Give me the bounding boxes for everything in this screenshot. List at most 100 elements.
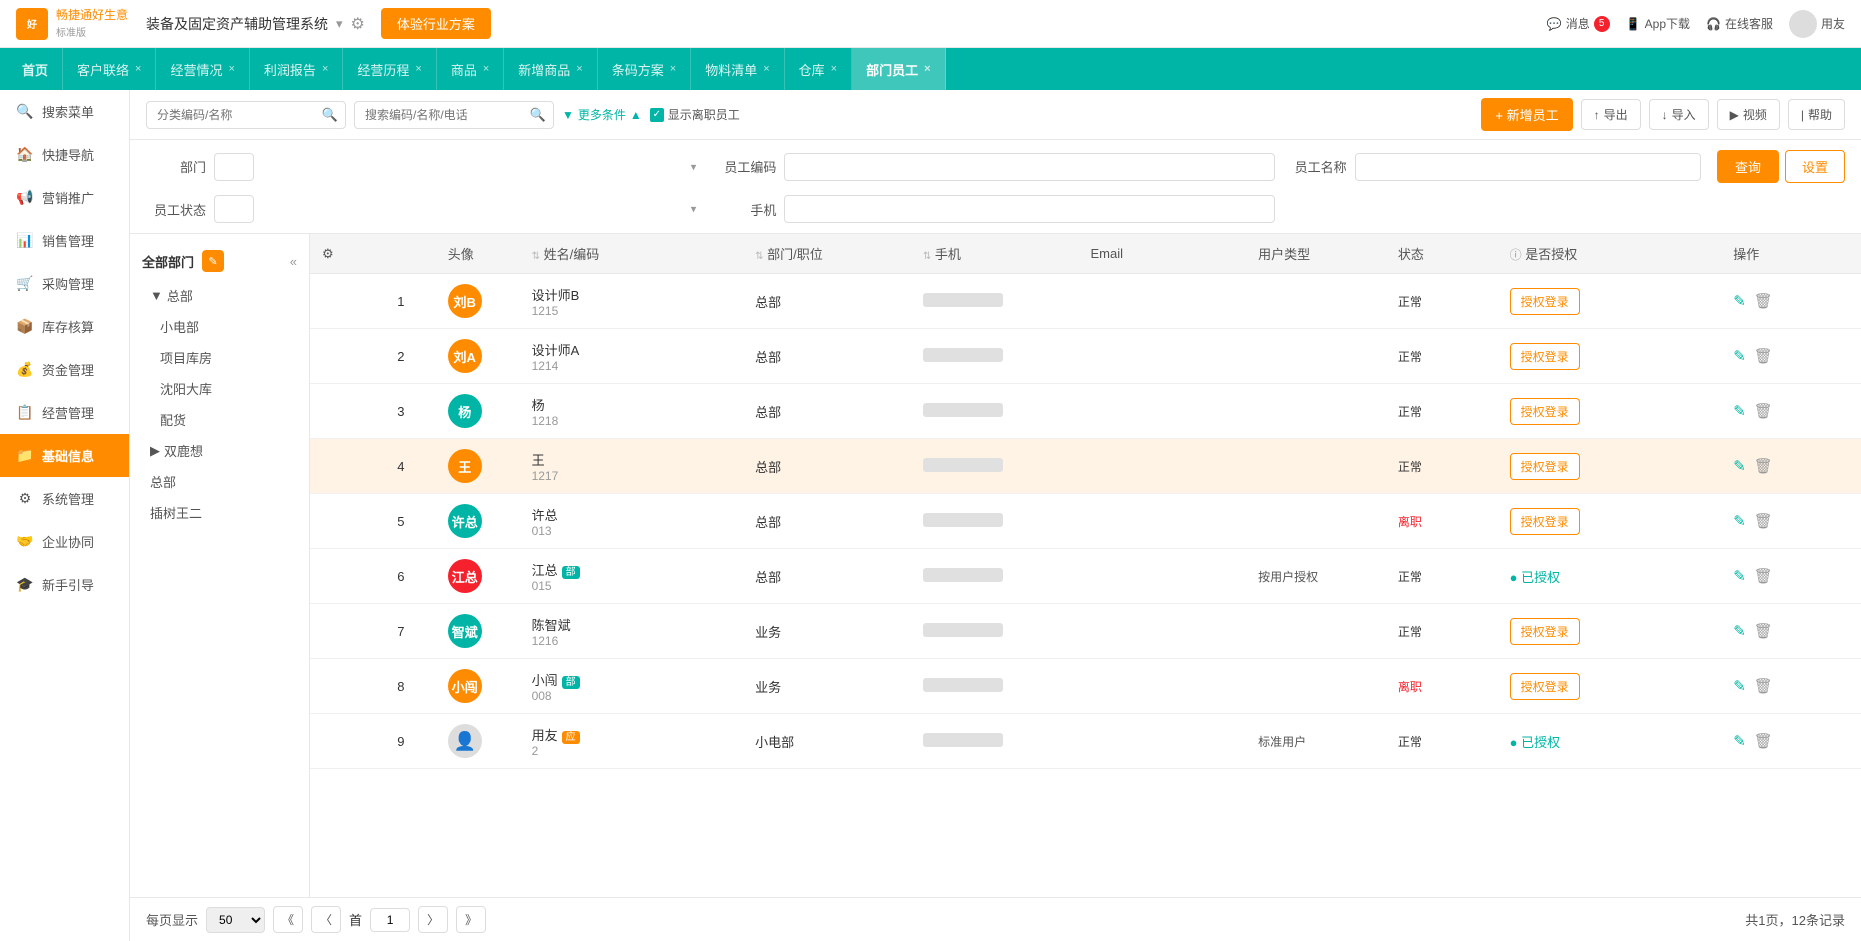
close-icon[interactable]: ×	[763, 63, 769, 75]
reset-button[interactable]: 设置	[1785, 150, 1845, 183]
dept-node-electronics[interactable]: 小电部	[130, 311, 309, 342]
close-icon[interactable]: ×	[576, 63, 582, 75]
delete-button[interactable]: 🗑	[1754, 677, 1773, 695]
sidebar-item-business[interactable]: 📋 经营管理	[0, 391, 129, 434]
delete-button[interactable]: 🗑	[1754, 347, 1773, 365]
edit-button[interactable]: ✎	[1733, 677, 1746, 695]
close-icon[interactable]: ×	[831, 63, 837, 75]
prev-page-button[interactable]: 〈	[311, 906, 341, 933]
sidebar-item-search[interactable]: 🔍 搜索菜单	[0, 90, 129, 133]
tab-profit[interactable]: 利润报告 ×	[250, 48, 343, 90]
dept-node-distribution[interactable]: 配货	[130, 404, 309, 435]
main-search-icon[interactable]: 🔍	[530, 107, 546, 123]
close-icon[interactable]: ×	[228, 63, 234, 75]
close-icon[interactable]: ×	[322, 63, 328, 75]
dept-node-project[interactable]: 项目库房	[130, 342, 309, 373]
tab-customer[interactable]: 客户联络 ×	[63, 48, 156, 90]
edit-button[interactable]: ✎	[1733, 457, 1746, 475]
tab-home[interactable]: 首页	[8, 48, 63, 90]
trial-button[interactable]: 体验行业方案	[381, 8, 491, 39]
auth-login-button[interactable]: 授权登录	[1510, 618, 1580, 645]
status-select[interactable]	[214, 195, 254, 223]
dept-node-shuanglu[interactable]: ▶ 双鹿想	[130, 435, 309, 466]
tab-department[interactable]: 部门员工 ×	[852, 48, 945, 90]
edit-button[interactable]: ✎	[1733, 402, 1746, 420]
sidebar-item-marketing[interactable]: 📢 营销推广	[0, 176, 129, 219]
sidebar-item-system[interactable]: ⚙ 系统管理	[0, 477, 129, 520]
empcode-input[interactable]	[784, 153, 1274, 181]
tab-barcode[interactable]: 条码方案 ×	[598, 48, 691, 90]
delete-button[interactable]: 🗑	[1754, 457, 1773, 475]
edit-button[interactable]: ✎	[1733, 512, 1746, 530]
dept-node-chashuwang[interactable]: 插树王二	[130, 497, 309, 528]
th-phone[interactable]: ⇅ 手机	[911, 234, 1079, 274]
sidebar-item-sales[interactable]: 📊 销售管理	[0, 219, 129, 262]
dept-node-shenyang[interactable]: 沈阳大库	[130, 373, 309, 404]
first-page-button[interactable]: 《	[273, 906, 303, 933]
delete-button[interactable]: 🗑	[1754, 622, 1773, 640]
close-icon[interactable]: ×	[483, 63, 489, 75]
export-button[interactable]: ↑ 导出	[1581, 99, 1641, 130]
collapse-icon[interactable]: «	[290, 254, 297, 269]
th-name[interactable]: ⇅ 姓名/编码	[520, 234, 744, 274]
app-download-item[interactable]: 📱 App下载	[1626, 15, 1690, 32]
delete-button[interactable]: 🗑	[1754, 567, 1773, 585]
delete-button[interactable]: 🗑	[1754, 732, 1773, 750]
import-button[interactable]: ↓ 导入	[1649, 99, 1709, 130]
category-search-icon[interactable]: 🔍	[322, 107, 338, 123]
online-service-item[interactable]: 🎧 在线客服	[1706, 15, 1773, 32]
sidebar-item-nav[interactable]: 🏠 快捷导航	[0, 133, 129, 176]
close-icon[interactable]: ×	[135, 63, 141, 75]
main-search-input[interactable]	[354, 101, 554, 129]
close-icon[interactable]: ×	[924, 63, 930, 75]
tab-warehouse[interactable]: 仓库 ×	[785, 48, 852, 90]
sidebar-item-purchase[interactable]: 🛒 采购管理	[0, 262, 129, 305]
tab-new-goods[interactable]: 新增商品 ×	[504, 48, 597, 90]
auth-login-button[interactable]: 授权登录	[1510, 398, 1580, 425]
edit-button[interactable]: ✎	[1733, 292, 1746, 310]
phone-input[interactable]	[784, 195, 1274, 223]
edit-button[interactable]: ✎	[1733, 567, 1746, 585]
auth-login-button[interactable]: 授权登录	[1510, 288, 1580, 315]
add-employee-button[interactable]: + 新增员工	[1481, 98, 1572, 131]
tab-goods[interactable]: 商品 ×	[437, 48, 504, 90]
dept-node-headquarters-parent[interactable]: ▼ 总部	[130, 280, 309, 311]
query-button[interactable]: 查询	[1717, 150, 1779, 183]
sidebar-item-guide[interactable]: 🎓 新手引导	[0, 563, 129, 606]
edit-button[interactable]: ✎	[1733, 622, 1746, 640]
edit-button[interactable]: ✎	[1733, 732, 1746, 750]
more-filter-btn[interactable]: ▼ 更多条件 ▲	[562, 106, 642, 123]
sidebar-item-basic[interactable]: 📁 基础信息	[0, 434, 129, 477]
empname-input[interactable]	[1355, 153, 1701, 181]
table-settings-icon[interactable]: ⚙	[322, 246, 334, 261]
dept-edit-icon[interactable]: ✎	[202, 250, 224, 272]
dropdown-arrow-icon[interactable]: ▾	[336, 16, 343, 32]
dept-select[interactable]	[214, 153, 254, 181]
tab-history[interactable]: 经营历程 ×	[343, 48, 436, 90]
auth-login-button[interactable]: 授权登录	[1510, 453, 1580, 480]
th-dept[interactable]: ⇅ 部门/职位	[743, 234, 911, 274]
page-input[interactable]	[370, 908, 410, 932]
sidebar-item-collab[interactable]: 🤝 企业协同	[0, 520, 129, 563]
th-settings[interactable]: ⚙	[310, 234, 366, 274]
delete-button[interactable]: 🗑	[1754, 292, 1773, 310]
show-leaving-checkbox[interactable]: ✓ 显示离职员工	[650, 106, 740, 123]
dept-node-headquarters[interactable]: 总部	[130, 466, 309, 497]
delete-button[interactable]: 🗑	[1754, 512, 1773, 530]
sidebar-item-inventory[interactable]: 📦 库存核算	[0, 305, 129, 348]
page-size-select[interactable]: 50 100 200	[206, 907, 265, 933]
last-page-button[interactable]: 》	[456, 906, 486, 933]
sidebar-item-finance[interactable]: 💰 资金管理	[0, 348, 129, 391]
delete-button[interactable]: 🗑	[1754, 402, 1773, 420]
sort-icon-dept[interactable]: ⇅	[755, 251, 763, 262]
auth-login-button[interactable]: 授权登录	[1510, 343, 1580, 370]
sort-icon-phone[interactable]: ⇅	[923, 251, 931, 262]
tab-operations[interactable]: 经营情况 ×	[156, 48, 249, 90]
sort-icon[interactable]: ⇅	[532, 251, 540, 262]
edit-button[interactable]: ✎	[1733, 347, 1746, 365]
auth-login-button[interactable]: 授权登录	[1510, 673, 1580, 700]
video-button[interactable]: ▶ 视频	[1717, 99, 1780, 130]
auth-login-button[interactable]: 授权登录	[1510, 508, 1580, 535]
user-item[interactable]: 用友	[1789, 10, 1845, 38]
category-search-input[interactable]	[146, 101, 346, 129]
